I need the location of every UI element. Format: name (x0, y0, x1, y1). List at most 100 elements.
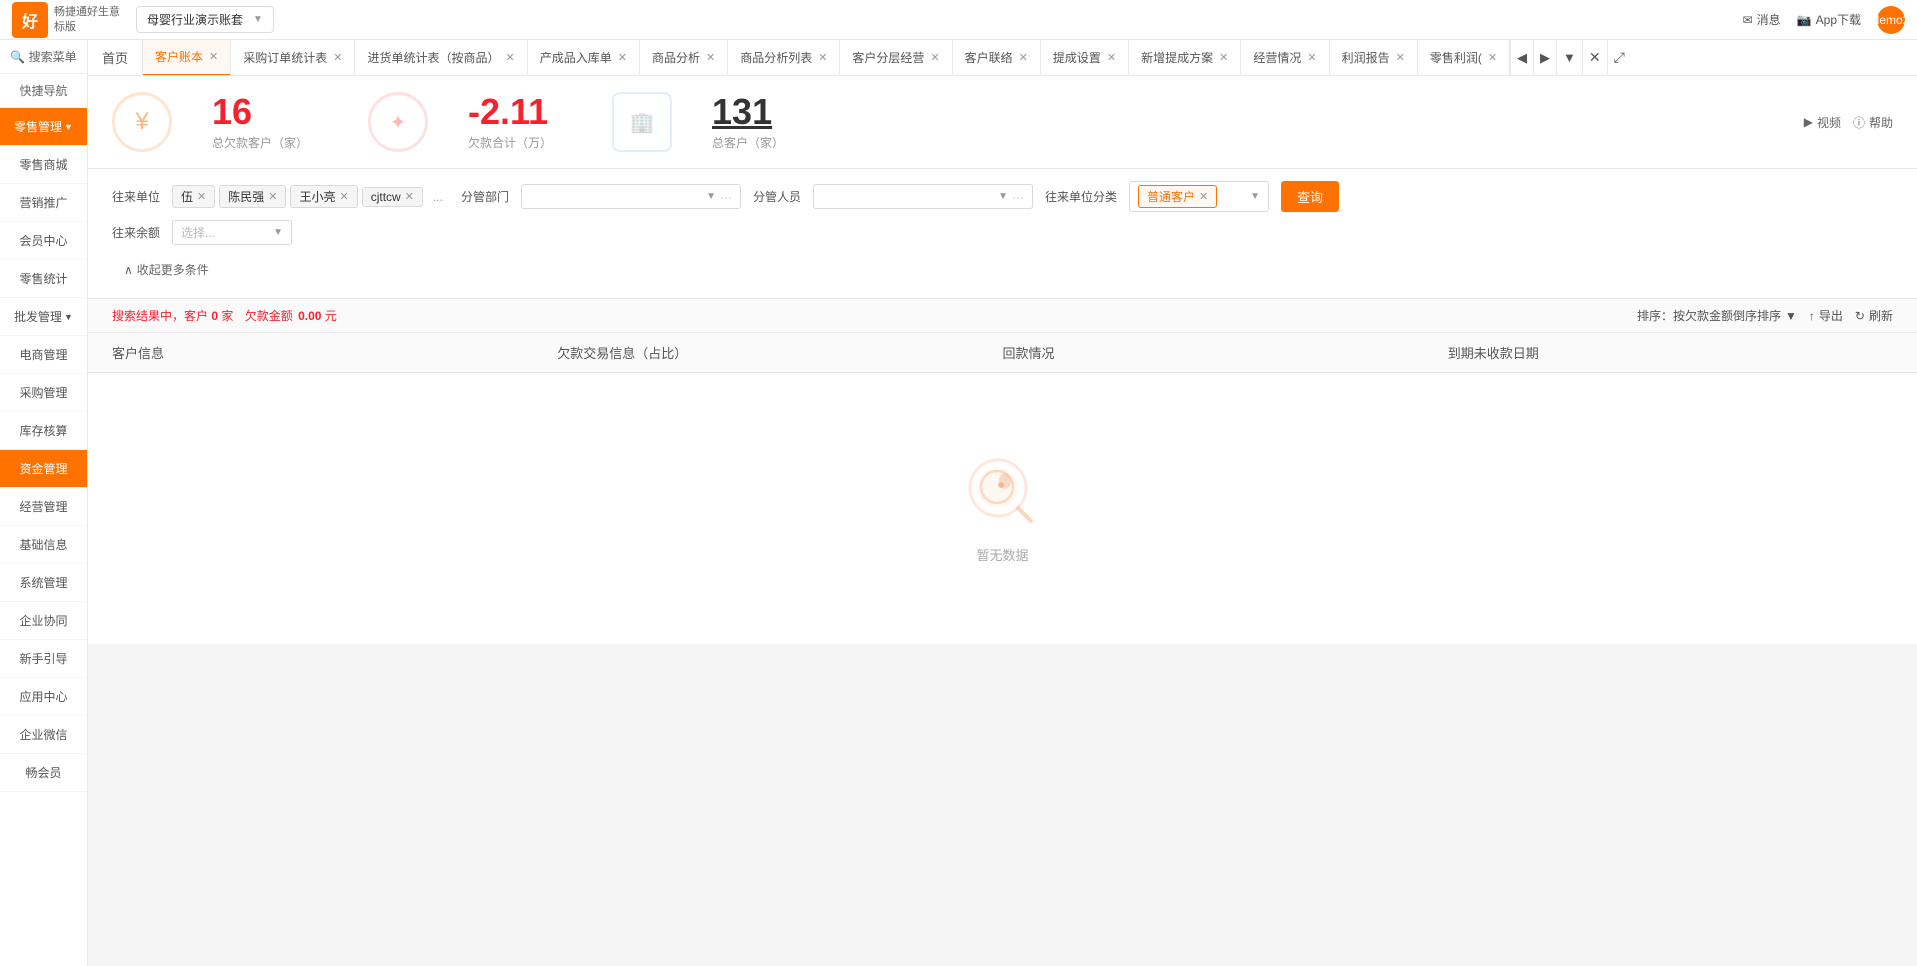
export-button[interactable]: ↑ 导出 (1809, 307, 1843, 324)
tab-close-inbound-stats[interactable]: ✕ (506, 51, 515, 64)
tab-close-profit-report[interactable]: ✕ (1396, 51, 1405, 64)
person-more-icon[interactable]: ··· (1012, 190, 1024, 204)
filter-tag-close-3[interactable]: ✕ (405, 190, 414, 203)
person-filter-label: 分管人员 (753, 188, 801, 205)
sidebar-item-retail-stats[interactable]: 零售统计 (0, 260, 87, 298)
messages-button[interactable]: ✉ 消息 (1743, 11, 1781, 28)
tab-promotion-settings[interactable]: 提成设置 ✕ (1041, 40, 1129, 76)
tab-product-analysis[interactable]: 商品分析 ✕ (640, 40, 728, 76)
sidebar-item-purchase[interactable]: 采购管理 (0, 374, 87, 412)
tab-business[interactable]: 经营情况 ✕ (1241, 40, 1329, 76)
tab-retail-profit[interactable]: 零售利润( ✕ (1418, 40, 1510, 76)
chevron-down-icon: ▼ (64, 122, 73, 132)
stat-icon-3: 🏢 (612, 92, 672, 152)
col-header-overdue: 欠款交易信息（占比） (557, 343, 1002, 362)
video-btn[interactable]: ▶ 视频 (1804, 114, 1841, 131)
person-dropdown-arrow: ▼ (998, 191, 1008, 202)
tab-close-business[interactable]: ✕ (1307, 51, 1316, 64)
tab-close-customer-contact[interactable]: ✕ (1019, 51, 1028, 64)
sort-icon: ▼ (1785, 309, 1797, 323)
empty-icon (963, 453, 1043, 533)
help-icon: ⓘ (1853, 114, 1865, 131)
filter-row-1: 往来单位 伍 ✕ 陈民强 ✕ 王小亮 (112, 181, 1893, 212)
tab-nav-expand[interactable]: ▼ (1556, 40, 1582, 76)
filter-tag-1: 陈民强 ✕ (219, 185, 286, 208)
sort-button[interactable]: 排序：按欠款金额倒序排序 ▼ (1637, 307, 1797, 324)
filter-tag-3: cjttcw ✕ (362, 187, 423, 207)
tab-close-account[interactable]: ✕ (209, 50, 218, 63)
collapse-button[interactable]: ∧ 收起更多条件 (112, 257, 1893, 282)
help-btn[interactable]: ⓘ 帮助 (1853, 114, 1893, 131)
sidebar-item-marketing[interactable]: 营销推广 (0, 184, 87, 222)
sidebar-item-enterprise-wechat[interactable]: 企业微信 (0, 716, 87, 754)
tab-close-product-analysis[interactable]: ✕ (706, 51, 715, 64)
tab-account[interactable]: 客户账本 ✕ (143, 40, 231, 76)
tab-close-retail-profit[interactable]: ✕ (1488, 51, 1497, 64)
tab-close-new-promotion[interactable]: ✕ (1219, 51, 1228, 64)
overdue-customers-label: 总欠款客户（家） (212, 134, 308, 151)
stat-block-overdue-amount: -2.11 欠款合计（万） (448, 94, 592, 151)
sidebar-item-new-user[interactable]: 新手引导 (0, 640, 87, 678)
tab-product-analysis-list[interactable]: 商品分析列表 ✕ (728, 40, 840, 76)
tab-customer-tier[interactable]: 客户分层经营 ✕ (840, 40, 952, 76)
sidebar-item-app-center[interactable]: 应用中心 (0, 678, 87, 716)
app-download-button[interactable]: 📷 App下载 (1797, 11, 1861, 28)
tab-close-cost-inbound[interactable]: ✕ (618, 51, 627, 64)
filter-more-tags[interactable]: ... (427, 188, 449, 206)
logo-text: 畅捷通好生意 标版 (54, 5, 120, 34)
unit-type-tag-close[interactable]: ✕ (1199, 190, 1208, 203)
tab-cost-inbound[interactable]: 产成品入库单 ✕ (528, 40, 640, 76)
tab-inbound-stats[interactable]: 进货单统计表（按商品） ✕ (355, 40, 527, 76)
sidebar-item-basic-info[interactable]: 基础信息 (0, 526, 87, 564)
person-filter-select[interactable]: ▼ ··· (813, 184, 1033, 209)
dept-more-icon[interactable]: ··· (720, 190, 732, 204)
sidebar-item-operation[interactable]: 经营管理 (0, 488, 87, 526)
sidebar-item-ecommerce[interactable]: 电商管理 (0, 336, 87, 374)
unit-type-filter-select[interactable]: 普通客户 ✕ ▼ (1129, 181, 1269, 212)
stats-section: ¥ 16 总欠款客户（家） ✦ -2.11 欠款合计（万） (88, 76, 1917, 169)
sidebar-quick-nav[interactable]: 快捷导航 (0, 74, 87, 108)
filter-tag-0: 伍 ✕ (172, 185, 215, 208)
balance-filter-select[interactable]: 选择... ▼ (172, 220, 292, 245)
tab-nav-prev[interactable]: ◀ (1510, 40, 1533, 76)
org-selector[interactable]: 母婴行业演示账套 ▼ (136, 6, 274, 33)
tab-close-promotion-settings[interactable]: ✕ (1107, 51, 1116, 64)
sidebar-item-wholesale[interactable]: 批发管理 ▼ (0, 298, 87, 336)
sidebar-item-system[interactable]: 系统管理 (0, 564, 87, 602)
filter-tag-close-0[interactable]: ✕ (197, 190, 206, 203)
tab-maximize[interactable]: ⤢ (1607, 40, 1631, 76)
unit-filter-label: 往来单位 (112, 188, 160, 205)
search-icon: 🔍 (10, 50, 25, 64)
tab-purchase-order[interactable]: 采购订单统计表 ✕ (231, 40, 355, 76)
page-help-btns: ▶ 视频 ⓘ 帮助 (1804, 114, 1893, 131)
overdue-amount-number: -2.11 (468, 94, 548, 130)
sidebar-search[interactable]: 🔍 搜索菜单 (0, 40, 87, 74)
sidebar-item-member[interactable]: 会员中心 (0, 222, 87, 260)
tab-nav-next[interactable]: ▶ (1533, 40, 1556, 76)
unit-type-dropdown-arrow: ▼ (1250, 191, 1260, 202)
tab-new-promotion[interactable]: 新增提成方案 ✕ (1129, 40, 1241, 76)
dept-filter-select[interactable]: ▼ ··· (521, 184, 741, 209)
tab-profit-report[interactable]: 利润报告 ✕ (1330, 40, 1418, 76)
avatar[interactable]: demo2 (1877, 6, 1905, 34)
refresh-button[interactable]: ↻ 刷新 (1855, 307, 1893, 324)
tab-customer-contact[interactable]: 客户联络 ✕ (953, 40, 1041, 76)
query-button[interactable]: 查询 (1281, 181, 1339, 212)
sidebar-item-vip-member[interactable]: 畅会员 (0, 754, 87, 792)
chevron-up-icon: ∧ (124, 263, 133, 277)
table-container: 客户信息 欠款交易信息（占比） 回款情况 到期未收款日期 (88, 333, 1917, 644)
col-header-customer: 客户信息 (112, 343, 557, 362)
filter-tag-close-2[interactable]: ✕ (340, 190, 349, 203)
sidebar-item-finance[interactable]: 资金管理 (0, 450, 87, 488)
tab-close-purchase-order[interactable]: ✕ (333, 51, 342, 64)
tab-close-customer-tier[interactable]: ✕ (930, 51, 939, 64)
table-header: 客户信息 欠款交易信息（占比） 回款情况 到期未收款日期 (88, 333, 1917, 373)
filter-tag-close-1[interactable]: ✕ (268, 190, 277, 203)
sidebar-item-enterprise-co[interactable]: 企业协同 (0, 602, 87, 640)
sidebar-item-retail-shop[interactable]: 零售商城 (0, 146, 87, 184)
sidebar-item-retail-mgmt[interactable]: 零售管理 ▼ (0, 108, 87, 146)
tab-close-product-analysis-list[interactable]: ✕ (818, 51, 827, 64)
tab-home[interactable]: 首页 (88, 40, 143, 76)
sidebar-item-inventory[interactable]: 库存核算 (0, 412, 87, 450)
tab-close-all[interactable]: ✕ (1582, 40, 1607, 76)
